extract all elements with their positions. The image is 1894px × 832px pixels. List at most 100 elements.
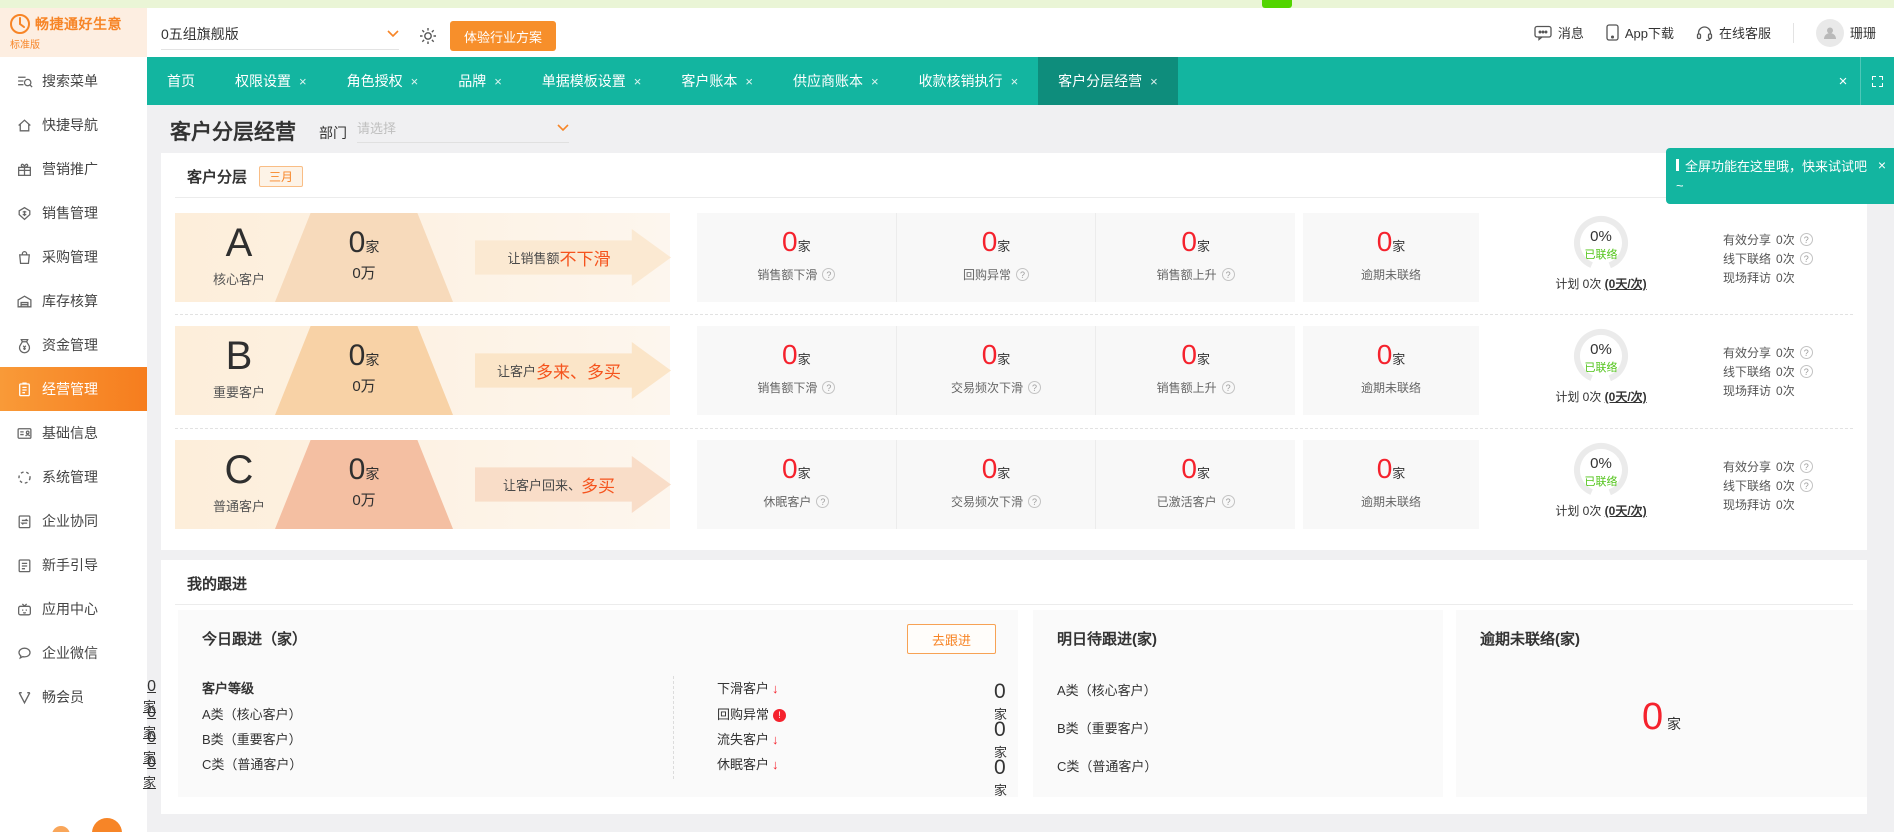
plan-link[interactable]: (0天/次)	[1605, 277, 1647, 291]
brand-title: 畅捷通好生意	[35, 16, 122, 32]
dept-select[interactable]: 请选择	[357, 113, 569, 143]
sidebar-item-funds[interactable]: 资金管理	[0, 323, 147, 367]
plan-link[interactable]: (0天/次)	[1605, 390, 1647, 404]
close-tab-icon[interactable]: ×	[299, 74, 307, 89]
contact-channel-list: 有效分享 0次? 线下联络 0次? 现场拜访 0次	[1723, 230, 1873, 287]
sidebar-item-system[interactable]: 系统管理	[0, 455, 147, 499]
sidebar-item-newbie-guide[interactable]: 新手引导	[0, 543, 147, 587]
tomorrow-followup-panel: 明日待跟进(家) A类（核心客户） 0家 B类（重要客户） 0家 C类（普通客户…	[994, 610, 1443, 798]
close-tab-icon[interactable]: ×	[1150, 74, 1158, 89]
trial-plan-button[interactable]: 体验行业方案	[450, 21, 557, 51]
tab-customer-ledger[interactable]: 客户账本 ×	[661, 57, 773, 105]
sidebar-item-member[interactable]: 畅会员	[0, 675, 147, 719]
help-icon[interactable]: ?	[1221, 495, 1235, 508]
help-icon[interactable]: ?	[1028, 495, 1042, 508]
help-icon[interactable]: ?	[1799, 479, 1813, 492]
sidebar-item-app-center[interactable]: 应用中心	[0, 587, 147, 631]
floating-helper-icon[interactable]	[92, 818, 122, 832]
help-icon[interactable]: ?	[1799, 460, 1813, 473]
sidebar-item-operations[interactable]: 经营管理	[0, 367, 147, 411]
contact-gauge: 0% 已联络 计划 0次 (0天/次)	[1511, 440, 1691, 529]
toast-text: 全屏功能在这里哦，快来试试吧~	[1676, 159, 1868, 193]
sidebar-item-sales[interactable]: 销售管理	[0, 191, 147, 235]
online-service-button[interactable]: 在线客服	[1696, 23, 1771, 42]
tier-row-a: A 核心客户 0家 0万 让销售额 不下滑 0家 销售额下滑? 0家 回购异常 …	[175, 213, 1853, 302]
tier-funnel-shape: 0家 0万	[275, 440, 453, 529]
close-tab-icon[interactable]: ×	[634, 74, 642, 89]
search-icon	[18, 76, 33, 87]
chevron-down-icon	[557, 123, 569, 132]
sidebar-item-inventory[interactable]: 库存核算	[0, 279, 147, 323]
close-tab-icon[interactable]: ×	[494, 74, 502, 89]
app-download-button[interactable]: App下载	[1606, 23, 1674, 42]
help-icon[interactable]: ?	[1016, 268, 1030, 281]
account-selector[interactable]: 0五组旗舰版	[161, 18, 399, 50]
tier-c-block: C 普通客户 0家 0万 让客户回来、 多买	[175, 440, 671, 529]
close-tab-icon[interactable]: ×	[1011, 74, 1019, 89]
help-icon[interactable]: ?	[822, 268, 836, 281]
sidebar-item-collaboration[interactable]: 企业协同	[0, 499, 147, 543]
help-icon[interactable]: ?	[822, 381, 836, 394]
sidebar-item-wecom[interactable]: 企业微信	[0, 631, 147, 675]
contact-channel-list: 有效分享 0次? 线下联络 0次? 现场拜访 0次	[1723, 343, 1873, 400]
customer-tiers-card: 客户分层 三月 A 核心客户 0家 0万 让销售额 不下滑 0家 销售额下滑 ?…	[161, 153, 1867, 550]
divider	[673, 676, 674, 779]
topbar-right: 消息 App下载 在线客服 珊珊	[1534, 8, 1876, 57]
my-followup-card: 我的跟进 今日跟进（家） 去跟进 客户等级 已联络 未联络! A类（核心客户） …	[143, 560, 1867, 814]
help-icon[interactable]: ?	[1028, 381, 1042, 394]
logo-block: 畅捷通好生意 标准版	[0, 8, 147, 57]
gauge-percent: 0%	[1590, 228, 1612, 245]
floating-widget-icon[interactable]	[52, 826, 70, 832]
down-arrow-icon: ↓	[772, 757, 779, 772]
overdue-panel-title: 逾期未联络(家)	[1480, 631, 1580, 648]
tab-supplier-ledger[interactable]: 供应商账本 ×	[773, 57, 899, 105]
count-value: 0家	[993, 718, 1007, 760]
sidebar-item-basic-info[interactable]: 基础信息	[0, 411, 147, 455]
plan-link[interactable]: (0天/次)	[1605, 504, 1647, 518]
dept-label: 部门	[319, 125, 347, 141]
member-v-icon	[18, 691, 31, 704]
overdue-count: 0 家	[1641, 696, 1682, 738]
close-all-tabs-icon[interactable]: ×	[1826, 57, 1860, 105]
alert-count-link[interactable]: 0家	[143, 754, 156, 790]
help-icon[interactable]: ?	[1221, 381, 1235, 394]
tab-receipt-writeoff[interactable]: 收款核销执行 ×	[899, 57, 1039, 105]
tab-role-authorization[interactable]: 角色授权 ×	[327, 57, 439, 105]
tab-home[interactable]: 首页	[147, 57, 215, 105]
tier-goal-arrow: 让客户回来、 多买	[475, 456, 671, 513]
gear-icon[interactable]	[418, 26, 438, 46]
sidebar-item-marketing[interactable]: 营销推广	[0, 147, 147, 191]
close-tab-icon[interactable]: ×	[411, 74, 419, 89]
down-arrow-icon: ↓	[772, 732, 779, 747]
tier-row-c: C 普通客户 0家 0万 让客户回来、 多买 0家 休眠客户? 0家 交易频次下…	[175, 440, 1853, 529]
tab-template-settings[interactable]: 单据模板设置 ×	[522, 57, 662, 105]
today-followup-panel: 今日跟进（家） 去跟进 客户等级 已联络 未联络! A类（核心客户） 0家 0家…	[143, 610, 1018, 797]
sidebar-item-quick-nav[interactable]: 快捷导航	[0, 103, 147, 147]
tier-funnel-shape: 0家 0万	[275, 213, 453, 302]
followup-card-title: 我的跟进	[187, 576, 248, 593]
help-icon[interactable]: ?	[1799, 233, 1813, 246]
user-menu[interactable]: 珊珊	[1815, 18, 1876, 47]
tab-customer-tiering[interactable]: 客户分层经营 ×	[1038, 57, 1178, 105]
close-tab-icon[interactable]: ×	[871, 74, 879, 89]
tier-amount: 0万	[352, 492, 376, 509]
help-icon[interactable]: ?	[1799, 365, 1813, 378]
help-icon[interactable]: ?	[1799, 252, 1813, 265]
today-panel-title: 今日跟进（家）	[202, 631, 308, 648]
help-icon[interactable]: ?	[1221, 268, 1235, 281]
col-header-level: 客户等级	[202, 681, 255, 696]
go-followup-button[interactable]: 去跟进	[907, 624, 996, 654]
help-icon[interactable]: ?	[816, 495, 830, 508]
close-toast-icon[interactable]: ×	[1878, 156, 1886, 175]
tab-permission-settings[interactable]: 权限设置 ×	[215, 57, 327, 105]
contact-gauge: 0% 已联络 计划 0次 (0天/次)	[1511, 326, 1691, 415]
sidebar-item-purchase[interactable]: 采购管理	[0, 235, 147, 279]
sidebar-item-search-menu[interactable]: 搜索菜单	[0, 59, 147, 103]
help-icon[interactable]: ?	[1799, 346, 1813, 359]
tab-brand[interactable]: 品牌 ×	[438, 57, 522, 105]
messages-button[interactable]: 消息	[1534, 23, 1584, 42]
fullscreen-icon[interactable]	[1860, 57, 1894, 105]
close-tab-icon[interactable]: ×	[745, 74, 753, 89]
stat-sales-decline: 0家 销售额下滑?	[697, 213, 896, 302]
gauge-label: 已联络	[1584, 476, 1618, 488]
